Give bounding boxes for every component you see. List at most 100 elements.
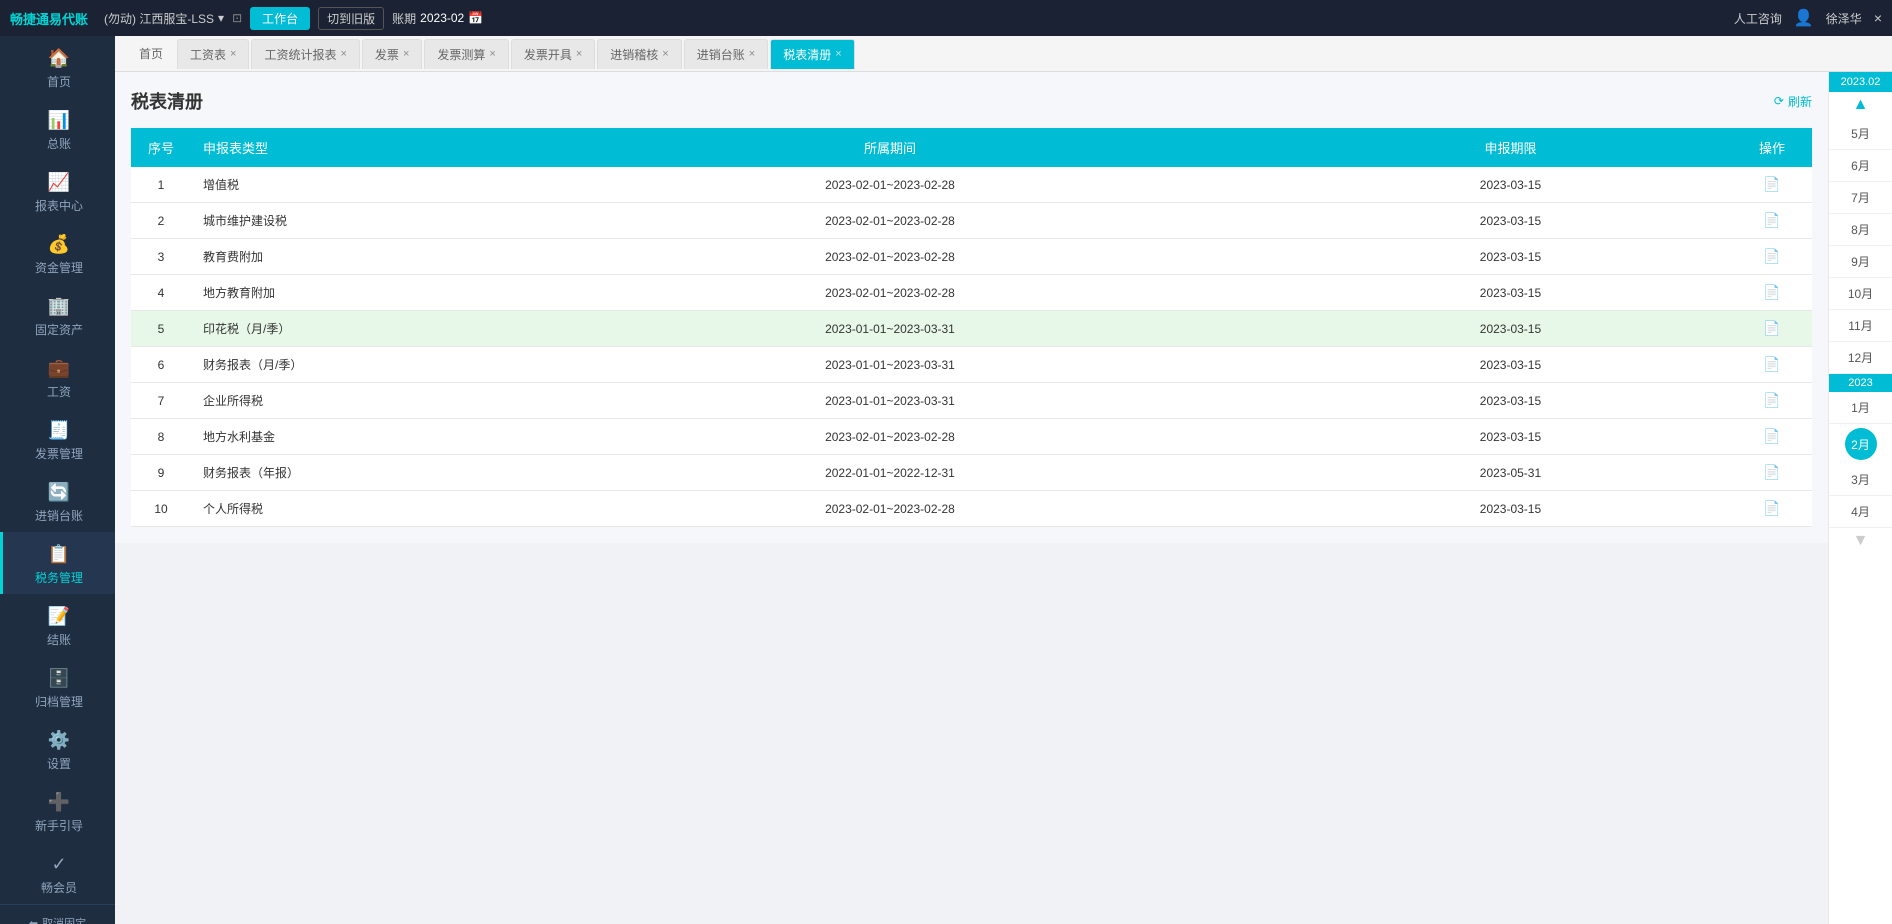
- cell-action[interactable]: 📄: [1732, 491, 1812, 527]
- sidebar-item-salary[interactable]: 💼 工资: [0, 346, 115, 408]
- table-row: 9 财务报表（年报） 2022-01-01~2022-12-31 2023-05…: [131, 455, 1812, 491]
- cell-action[interactable]: 📄: [1732, 347, 1812, 383]
- tab-in-out-account[interactable]: 进销台账 ×: [684, 39, 768, 69]
- cell-deadline: 2023-03-15: [1289, 347, 1732, 383]
- action-icon[interactable]: 📄: [1763, 248, 1780, 264]
- date-panel-down-button[interactable]: ▼: [1853, 528, 1869, 554]
- tab-invoice-open-close[interactable]: ×: [576, 48, 582, 60]
- cell-deadline: 2023-03-15: [1289, 203, 1732, 239]
- action-icon[interactable]: 📄: [1763, 392, 1780, 408]
- cancel-fixed-button[interactable]: ⬅ 取消固定: [0, 904, 115, 924]
- user-avatar: 👤: [1794, 8, 1814, 28]
- sidebar-item-fixed-assets[interactable]: 🏢 固定资产: [0, 284, 115, 346]
- cell-deadline: 2023-03-15: [1289, 383, 1732, 419]
- action-icon[interactable]: 📄: [1763, 464, 1780, 480]
- sidebar-item-vip[interactable]: ✓ 畅会员: [0, 842, 115, 904]
- cell-action[interactable]: 📄: [1732, 311, 1812, 347]
- tab-invoice-check-label: 发票测算: [437, 46, 485, 63]
- tab-in-out-account-close[interactable]: ×: [749, 48, 755, 60]
- sidebar-label-in-out: 进销台账: [35, 507, 83, 524]
- sidebar-label-invoice-mgmt: 发票管理: [35, 445, 83, 462]
- date-panel-up-button[interactable]: ▲: [1853, 92, 1869, 118]
- main-with-datepanel: 税表清册 ⟳ 刷新 序号 申报表类型 所属期间 申报期限: [115, 72, 1892, 924]
- tab-invoice-open[interactable]: 发票开具 ×: [511, 39, 595, 69]
- cell-action[interactable]: 📄: [1732, 167, 1812, 203]
- cell-period: 2023-01-01~2023-03-31: [491, 311, 1289, 347]
- sidebar-item-guide[interactable]: ➕ 新手引导: [0, 780, 115, 842]
- cell-action[interactable]: 📄: [1732, 275, 1812, 311]
- action-icon[interactable]: 📄: [1763, 320, 1780, 336]
- fixed-assets-icon: 🏢: [48, 296, 70, 317]
- cell-action[interactable]: 📄: [1732, 383, 1812, 419]
- table-row: 6 财务报表（月/季） 2023-01-01~2023-03-31 2023-0…: [131, 347, 1812, 383]
- sidebar-item-ledger[interactable]: 📊 总账: [0, 98, 115, 160]
- date-month-7[interactable]: 7月: [1829, 182, 1892, 214]
- sidebar-item-invoice-mgmt[interactable]: 🧾 发票管理: [0, 408, 115, 470]
- sidebar-item-home[interactable]: 🏠 首页: [0, 36, 115, 98]
- funds-icon: 💰: [48, 234, 70, 255]
- date-month-11[interactable]: 11月: [1829, 310, 1892, 342]
- cell-type: 城市维护建设税: [191, 203, 491, 239]
- calendar-icon[interactable]: 📅: [468, 11, 483, 25]
- tab-invoice-close[interactable]: ×: [403, 48, 409, 60]
- refresh-button[interactable]: ⟳ 刷新: [1774, 93, 1812, 110]
- tab-in-out-check[interactable]: 进销稽核 ×: [597, 39, 681, 69]
- main-layout: 🏠 首页 📊 总账 📈 报表中心 💰 资金管理 🏢 固定资产 💼 工资 🧾 发票…: [0, 36, 1892, 924]
- cell-action[interactable]: 📄: [1732, 203, 1812, 239]
- date-month-8[interactable]: 8月: [1829, 214, 1892, 246]
- action-icon[interactable]: 📄: [1763, 356, 1780, 372]
- action-icon[interactable]: 📄: [1763, 428, 1780, 444]
- date-month-4[interactable]: 4月: [1829, 496, 1892, 528]
- date-month-10[interactable]: 10月: [1829, 278, 1892, 310]
- company-selector[interactable]: (勿动) 江西服宝-LSS ▾: [104, 10, 224, 27]
- sidebar-item-tax-mgmt[interactable]: 📋 税务管理: [0, 532, 115, 594]
- sidebar-item-settings[interactable]: ⚙️ 设置: [0, 718, 115, 780]
- tab-salary-stats-close[interactable]: ×: [340, 48, 346, 60]
- switch-old-button[interactable]: 切到旧版: [318, 7, 384, 30]
- table-row: 10 个人所得税 2023-02-01~2023-02-28 2023-03-1…: [131, 491, 1812, 527]
- tab-bar: 首页 工资表 × 工资统计报表 × 发票 × 发票测算 × 发票开具 ×: [115, 36, 1892, 72]
- tab-in-out-check-close[interactable]: ×: [662, 48, 668, 60]
- sidebar-label-salary: 工资: [47, 383, 71, 400]
- tab-salary[interactable]: 工资表 ×: [177, 39, 249, 69]
- date-month-1[interactable]: 1月: [1829, 392, 1892, 424]
- cell-seq: 8: [131, 419, 191, 455]
- cell-seq: 4: [131, 275, 191, 311]
- action-icon[interactable]: 📄: [1763, 176, 1780, 192]
- tab-invoice-check[interactable]: 发票测算 ×: [424, 39, 508, 69]
- date-month-12[interactable]: 12月: [1829, 342, 1892, 374]
- tab-salary-stats[interactable]: 工资统计报表 ×: [251, 39, 359, 69]
- sidebar-item-funds[interactable]: 💰 资金管理: [0, 222, 115, 284]
- workbench-button[interactable]: 工作台: [250, 7, 310, 30]
- tab-tax-clearance-close[interactable]: ×: [835, 48, 841, 60]
- tab-home[interactable]: 首页: [127, 39, 175, 68]
- period-selector[interactable]: 账期 2023-02 📅: [392, 10, 483, 27]
- sidebar-item-archive[interactable]: 🗄️ 归档管理: [0, 656, 115, 718]
- sidebar-item-settlement[interactable]: 📝 结账: [0, 594, 115, 656]
- cell-action[interactable]: 📄: [1732, 239, 1812, 275]
- action-icon[interactable]: 📄: [1763, 212, 1780, 228]
- date-panel-current-year: 2023: [1829, 374, 1892, 392]
- sidebar-item-reports[interactable]: 📈 报表中心: [0, 160, 115, 222]
- cell-action[interactable]: 📄: [1732, 455, 1812, 491]
- action-icon[interactable]: 📄: [1763, 284, 1780, 300]
- tab-tax-clearance[interactable]: 税表清册 ×: [770, 39, 854, 69]
- tab-salary-close[interactable]: ×: [230, 48, 236, 60]
- date-month-3[interactable]: 3月: [1829, 464, 1892, 496]
- date-month-6[interactable]: 6月: [1829, 150, 1892, 182]
- company-dropdown-icon[interactable]: ▾: [218, 11, 224, 25]
- date-month-9[interactable]: 9月: [1829, 246, 1892, 278]
- tab-invoice[interactable]: 发票 ×: [362, 39, 422, 69]
- cell-action[interactable]: 📄: [1732, 419, 1812, 455]
- cell-seq: 6: [131, 347, 191, 383]
- tab-invoice-check-close[interactable]: ×: [489, 48, 495, 60]
- action-icon[interactable]: 📄: [1763, 500, 1780, 516]
- ai-consult-button[interactable]: 人工咨询: [1734, 10, 1782, 27]
- date-month-5[interactable]: 5月: [1829, 118, 1892, 150]
- window-close-icon[interactable]: ×: [1874, 10, 1882, 26]
- sidebar-bottom: ⬅ 取消固定: [0, 904, 115, 924]
- cell-period: 2023-01-01~2023-03-31: [491, 383, 1289, 419]
- cell-period: 2023-01-01~2023-03-31: [491, 347, 1289, 383]
- date-month-2[interactable]: 2月: [1845, 428, 1877, 460]
- sidebar-item-in-out[interactable]: 🔄 进销台账: [0, 470, 115, 532]
